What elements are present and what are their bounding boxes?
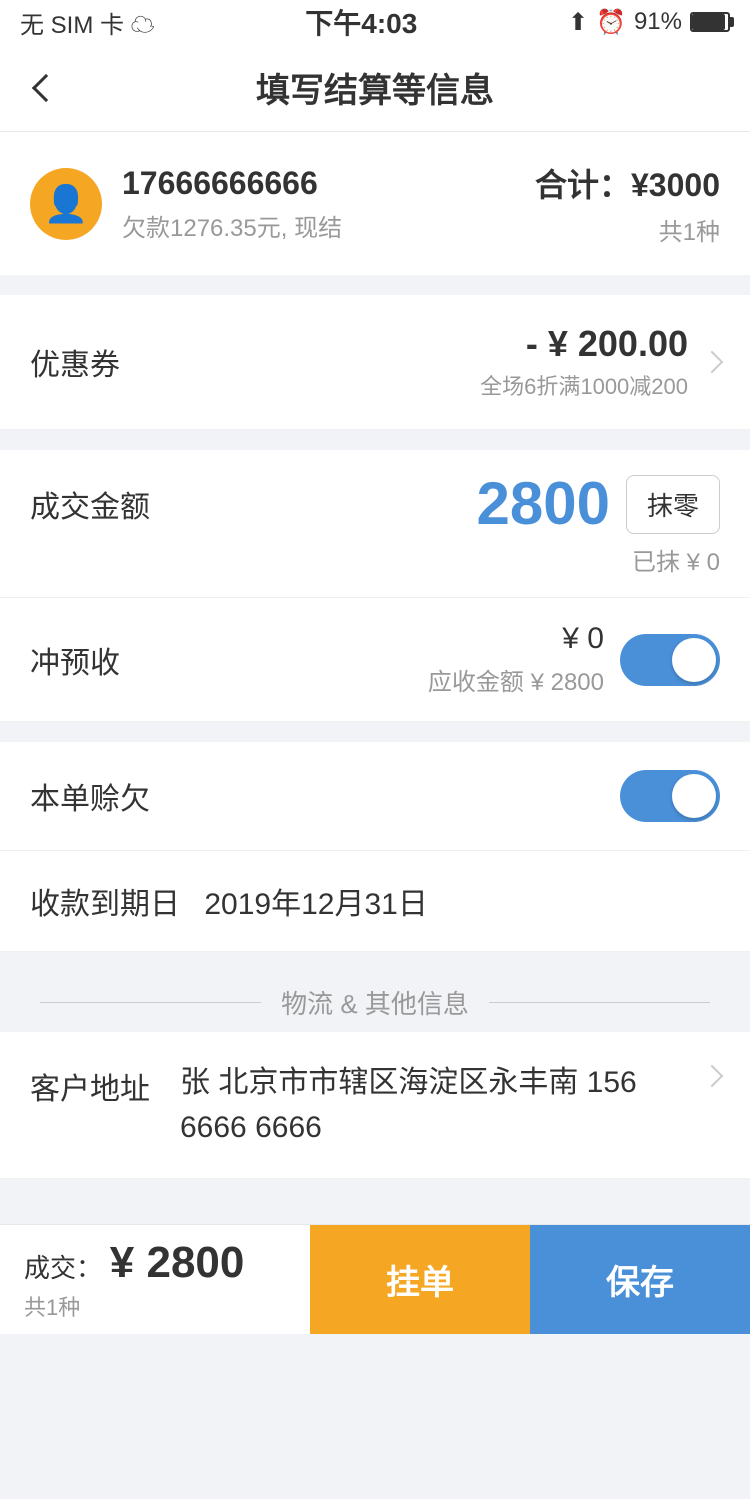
footer-info: 成交： ¥ 2800 共1种 bbox=[0, 1225, 310, 1334]
save-button[interactable]: 保存 bbox=[530, 1225, 750, 1334]
hang-order-button[interactable]: 挂单 bbox=[310, 1225, 530, 1334]
deal-amount-section: 成交金额 2800 抹零 已抹 ¥ 0 bbox=[0, 450, 750, 598]
total-count: 共1种 bbox=[535, 212, 720, 247]
logistics-divider: 物流 & 其他信息 bbox=[0, 972, 750, 1032]
coupon-right: - ¥ 200.00 全场6折满1000减200 bbox=[480, 323, 720, 401]
due-date-section: 收款到期日 2019年12月31日 bbox=[0, 851, 750, 952]
address-row[interactable]: 客户地址 张 北京市市辖区海淀区永丰南 156 6666 6666 bbox=[0, 1032, 750, 1179]
prepay-toggle[interactable] bbox=[620, 634, 720, 686]
logistics-label: 物流 & 其他信息 bbox=[281, 984, 469, 1021]
prepay-toggle-knob bbox=[672, 638, 716, 682]
coupon-label: 优惠券 bbox=[30, 340, 120, 384]
deal-amount-sub: 已抹 ¥ 0 bbox=[30, 542, 720, 577]
battery-percent: 91% bbox=[634, 8, 682, 36]
due-date-label: 收款到期日 bbox=[30, 888, 180, 921]
prepay-amount-col: ¥ 0 应收金额 ¥ 2800 bbox=[428, 622, 604, 697]
customer-phone: 17666666666 bbox=[122, 165, 342, 202]
alarm-icon: ⏰ bbox=[596, 8, 626, 37]
prepay-label: 冲预收 bbox=[30, 638, 120, 682]
nav-bar: 填写结算等信息 bbox=[0, 44, 750, 132]
prepay-row: 冲预收 ¥ 0 应收金额 ¥ 2800 bbox=[30, 622, 720, 697]
coupon-row[interactable]: 优惠券 - ¥ 200.00 全场6折满1000减200 bbox=[0, 295, 750, 430]
location-icon: ⬆ bbox=[568, 8, 588, 37]
avatar-icon: 👤 bbox=[44, 183, 89, 225]
customer-info: 17666666666 欠款1276.35元, 现结 bbox=[122, 165, 342, 243]
status-bar: 无 SIM 卡 ☁ 下午4:03 ⬆ ⏰ 91% bbox=[0, 0, 750, 44]
prepay-amount: ¥ 0 bbox=[428, 622, 604, 656]
prepay-sub: 应收金额 ¥ 2800 bbox=[428, 662, 604, 697]
debt-row: 本单赊欠 bbox=[0, 742, 750, 851]
customer-left: 👤 17666666666 欠款1276.35元, 现结 bbox=[30, 165, 342, 243]
address-value: 张 北京市市辖区海淀区永丰南 156 6666 6666 bbox=[180, 1060, 688, 1150]
battery-icon bbox=[690, 12, 730, 32]
divider-3 bbox=[0, 722, 750, 742]
debt-toggle[interactable] bbox=[620, 770, 720, 822]
divider-4 bbox=[0, 952, 750, 972]
coupon-chevron-icon bbox=[701, 351, 724, 374]
divider-2 bbox=[0, 430, 750, 450]
page-title: 填写结算等信息 bbox=[256, 63, 494, 112]
back-button[interactable] bbox=[24, 66, 68, 110]
deal-amount-label: 成交金额 bbox=[30, 482, 150, 526]
logistics-line: 物流 & 其他信息 bbox=[0, 984, 750, 1021]
status-left: 无 SIM 卡 ☁ bbox=[20, 5, 155, 40]
customer-card: 👤 17666666666 欠款1276.35元, 现结 合计：¥3000 共1… bbox=[0, 132, 750, 275]
customer-right: 合计：¥3000 共1种 bbox=[535, 160, 720, 247]
coupon-discount: - ¥ 200.00 bbox=[480, 323, 688, 365]
debt-toggle-knob bbox=[672, 774, 716, 818]
footer: 成交： ¥ 2800 共1种 挂单 保存 bbox=[0, 1224, 750, 1334]
status-right: ⬆ ⏰ 91% bbox=[568, 8, 730, 37]
coupon-value-col: - ¥ 200.00 全场6折满1000减200 bbox=[480, 323, 688, 401]
deal-amount-right: 2800 抹零 bbox=[477, 474, 721, 534]
prepay-section: 冲预收 ¥ 0 应收金额 ¥ 2800 bbox=[0, 598, 750, 722]
deal-amount-number: 2800 bbox=[477, 474, 610, 534]
total-amount: 合计：¥3000 bbox=[535, 160, 720, 206]
debt-label: 本单赊欠 bbox=[30, 774, 150, 818]
sim-status: 无 SIM 卡 ☁ bbox=[20, 5, 155, 40]
avatar: 👤 bbox=[30, 168, 102, 240]
address-label: 客户地址 bbox=[30, 1060, 150, 1108]
footer-deal-amount: ¥ 2800 bbox=[110, 1238, 245, 1287]
status-time: 下午4:03 bbox=[305, 2, 417, 42]
coupon-desc: 全场6折满1000减200 bbox=[480, 369, 688, 401]
deal-amount-row: 成交金额 2800 抹零 bbox=[30, 474, 720, 534]
footer-count: 共1种 bbox=[24, 1290, 286, 1322]
address-chevron-icon bbox=[701, 1065, 724, 1088]
divider-1 bbox=[0, 275, 750, 295]
footer-deal-label-row: 成交： ¥ 2800 bbox=[24, 1238, 286, 1288]
due-date-value: 2019年12月31日 bbox=[204, 888, 427, 921]
footer-deal-label: 成交： bbox=[24, 1253, 102, 1283]
round-zero-button[interactable]: 抹零 bbox=[626, 475, 720, 534]
prepay-right: ¥ 0 应收金额 ¥ 2800 bbox=[428, 622, 720, 697]
back-arrow-icon bbox=[32, 73, 60, 101]
customer-debt: 欠款1276.35元, 现结 bbox=[122, 208, 342, 243]
